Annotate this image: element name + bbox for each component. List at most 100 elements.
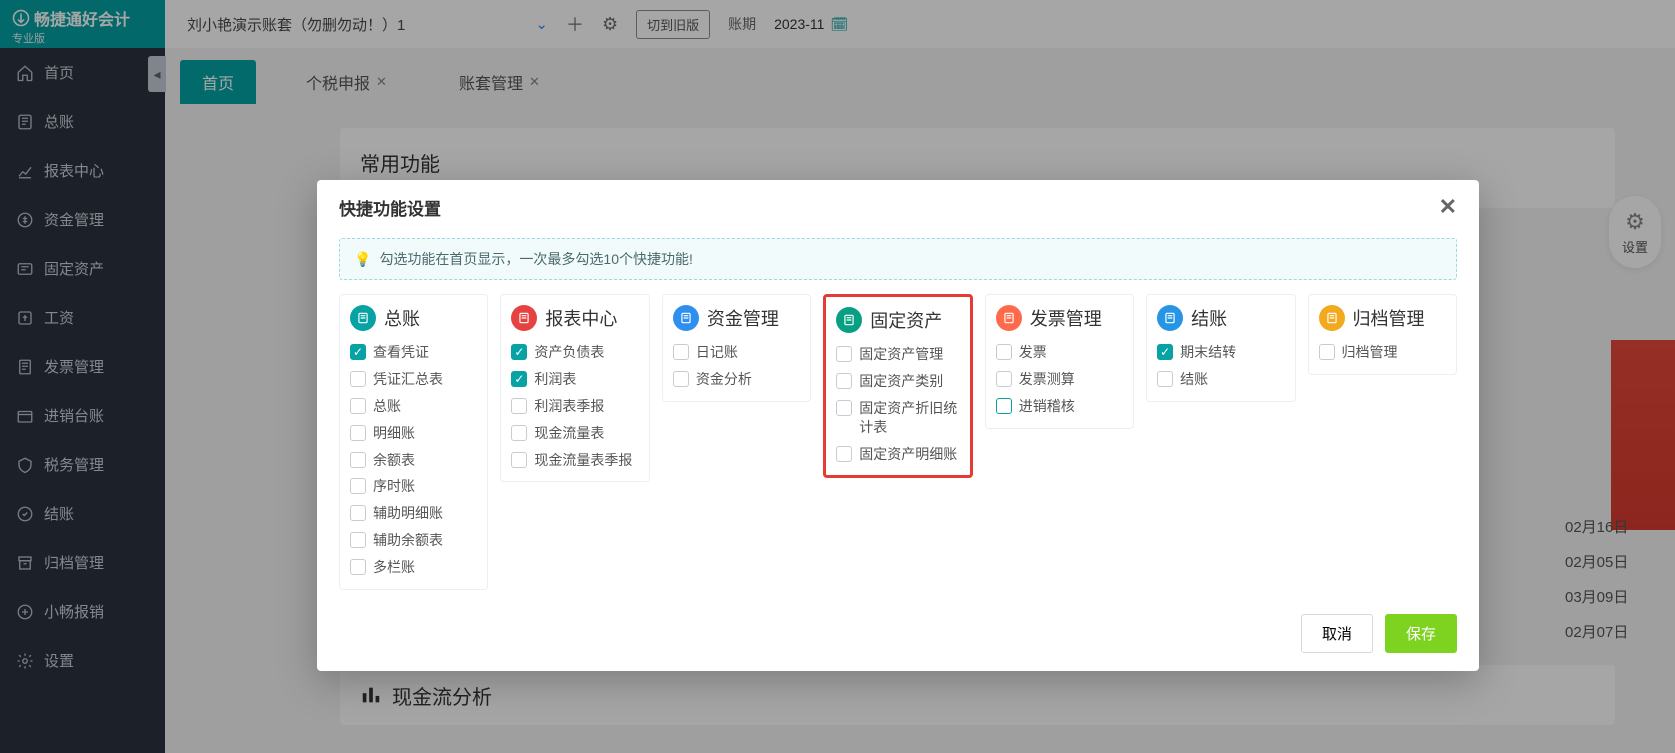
ledger-icon [350, 305, 376, 331]
group-title: 发票管理 [1030, 305, 1102, 331]
group-card-report: 报表中心✓ 资产负债表✓ 利润表 利润表季报 现金流量表 现金流量表季报 [500, 294, 649, 482]
option-ledger[interactable]: 序时账 [350, 477, 477, 496]
group-title: 归档管理 [1353, 305, 1425, 331]
checkbox[interactable] [511, 398, 527, 414]
modal-title: 快捷功能设置 [339, 195, 441, 220]
option-label: 利润表 [534, 370, 576, 389]
checkbox[interactable] [350, 532, 366, 548]
option-fund[interactable]: 资金分析 [673, 370, 800, 389]
save-button[interactable]: 保存 [1385, 614, 1457, 653]
option-asset[interactable]: 固定资产明细账 [836, 445, 959, 464]
checkbox[interactable] [511, 452, 527, 468]
group-title: 总账 [384, 305, 420, 331]
group-header: 发票管理 [996, 305, 1123, 335]
option-label: 余额表 [373, 451, 415, 470]
checkbox[interactable]: ✓ [1157, 344, 1173, 360]
lightbulb-icon: 💡 [354, 251, 371, 268]
asset-icon [836, 307, 862, 333]
cancel-button[interactable]: 取消 [1301, 614, 1373, 653]
option-label: 查看凭证 [373, 343, 429, 362]
option-label: 固定资产管理 [859, 345, 943, 364]
option-label: 多栏账 [373, 558, 415, 577]
option-report[interactable]: 现金流量表季报 [511, 451, 638, 470]
checkbox[interactable] [1157, 371, 1173, 387]
option-report[interactable]: 利润表季报 [511, 397, 638, 416]
report-icon [511, 305, 537, 331]
group-card-ledger: 总账 ✓ 查看凭证 凭证汇总表 总账 明细账 余额表 序时账 辅助明细账 辅助余额… [339, 294, 488, 590]
option-label: 发票 [1019, 343, 1047, 362]
group-card-fund: 资金管理 日记账 资金分析 [662, 294, 811, 402]
checkbox[interactable] [836, 400, 852, 416]
checkbox[interactable] [350, 425, 366, 441]
group-card-asset: 固定资产 固定资产管理 固定资产类别 固定资产折旧统计表 固定资产明细账 [823, 294, 972, 478]
group-card-closing: 结账 ✓ 期末结转 结账 [1146, 294, 1295, 402]
group-title: 报表中心 [545, 305, 617, 331]
modal-hint: 💡 勾选功能在首页显示，一次最多勾选10个快捷功能! [339, 238, 1457, 280]
group-card-invoice: 发票管理 发票 发票测算 进销稽核 [985, 294, 1134, 429]
option-label: 固定资产类别 [859, 372, 943, 391]
option-ledger[interactable]: 凭证汇总表 [350, 370, 477, 389]
group-header: 资金管理 [673, 305, 800, 335]
option-label: 发票测算 [1019, 370, 1075, 389]
group-title: 资金管理 [707, 305, 779, 331]
option-label: 凭证汇总表 [373, 370, 443, 389]
option-label: 固定资产折旧统计表 [859, 399, 959, 437]
checkbox[interactable] [511, 425, 527, 441]
checkbox[interactable] [1319, 344, 1335, 360]
group-header: 归档管理 [1319, 305, 1446, 335]
checkbox[interactable] [673, 344, 689, 360]
option-label: 明细账 [373, 424, 415, 443]
option-label: 归档管理 [1342, 343, 1398, 362]
checkbox[interactable]: ✓ [350, 344, 366, 360]
option-closing[interactable]: ✓ 期末结转 [1157, 343, 1284, 362]
option-ledger[interactable]: ✓ 查看凭证 [350, 343, 477, 362]
checkbox[interactable] [350, 559, 366, 575]
option-report[interactable]: ✓ 利润表 [511, 370, 638, 389]
checkbox[interactable] [996, 398, 1012, 414]
checkbox[interactable] [836, 446, 852, 462]
option-closing[interactable]: 结账 [1157, 370, 1284, 389]
option-label: 进销稽核 [1019, 397, 1075, 416]
checkbox[interactable] [673, 371, 689, 387]
option-fund[interactable]: 日记账 [673, 343, 800, 362]
option-label: 结账 [1180, 370, 1208, 389]
option-asset[interactable]: 固定资产类别 [836, 372, 959, 391]
checkbox[interactable] [996, 344, 1012, 360]
option-report[interactable]: ✓ 资产负债表 [511, 343, 638, 362]
checkbox[interactable] [350, 478, 366, 494]
checkbox[interactable]: ✓ [511, 344, 527, 360]
checkbox[interactable] [836, 373, 852, 389]
checkbox[interactable] [350, 371, 366, 387]
group-title: 结账 [1191, 305, 1227, 331]
checkbox[interactable] [350, 398, 366, 414]
close-icon[interactable]: ✕ [1439, 194, 1457, 220]
option-ledger[interactable]: 辅助明细账 [350, 504, 477, 523]
checkbox[interactable] [350, 505, 366, 521]
checkbox[interactable] [996, 371, 1012, 387]
option-report[interactable]: 现金流量表 [511, 424, 638, 443]
option-label: 辅助明细账 [373, 504, 443, 523]
option-asset[interactable]: 固定资产折旧统计表 [836, 399, 959, 437]
option-label: 序时账 [373, 477, 415, 496]
checkbox[interactable] [836, 346, 852, 362]
group-card-archive: 归档管理 归档管理 [1308, 294, 1457, 375]
option-label: 利润表季报 [534, 397, 604, 416]
group-title: 固定资产 [870, 307, 942, 333]
option-ledger[interactable]: 辅助余额表 [350, 531, 477, 550]
option-invoice[interactable]: 进销稽核 [996, 397, 1123, 416]
option-asset[interactable]: 固定资产管理 [836, 345, 959, 364]
option-invoice[interactable]: 发票测算 [996, 370, 1123, 389]
archive-icon [1319, 305, 1345, 331]
option-label: 现金流量表季报 [534, 451, 632, 470]
checkbox[interactable] [350, 452, 366, 468]
checkbox[interactable]: ✓ [511, 371, 527, 387]
option-invoice[interactable]: 发票 [996, 343, 1123, 362]
option-archive[interactable]: 归档管理 [1319, 343, 1446, 362]
option-label: 总账 [373, 397, 401, 416]
option-ledger[interactable]: 余额表 [350, 451, 477, 470]
option-ledger[interactable]: 总账 [350, 397, 477, 416]
option-ledger[interactable]: 明细账 [350, 424, 477, 443]
group-header: 总账 [350, 305, 477, 335]
option-ledger[interactable]: 多栏账 [350, 558, 477, 577]
quick-function-modal: 快捷功能设置 ✕ 💡 勾选功能在首页显示，一次最多勾选10个快捷功能! 总账 ✓ … [317, 180, 1479, 671]
